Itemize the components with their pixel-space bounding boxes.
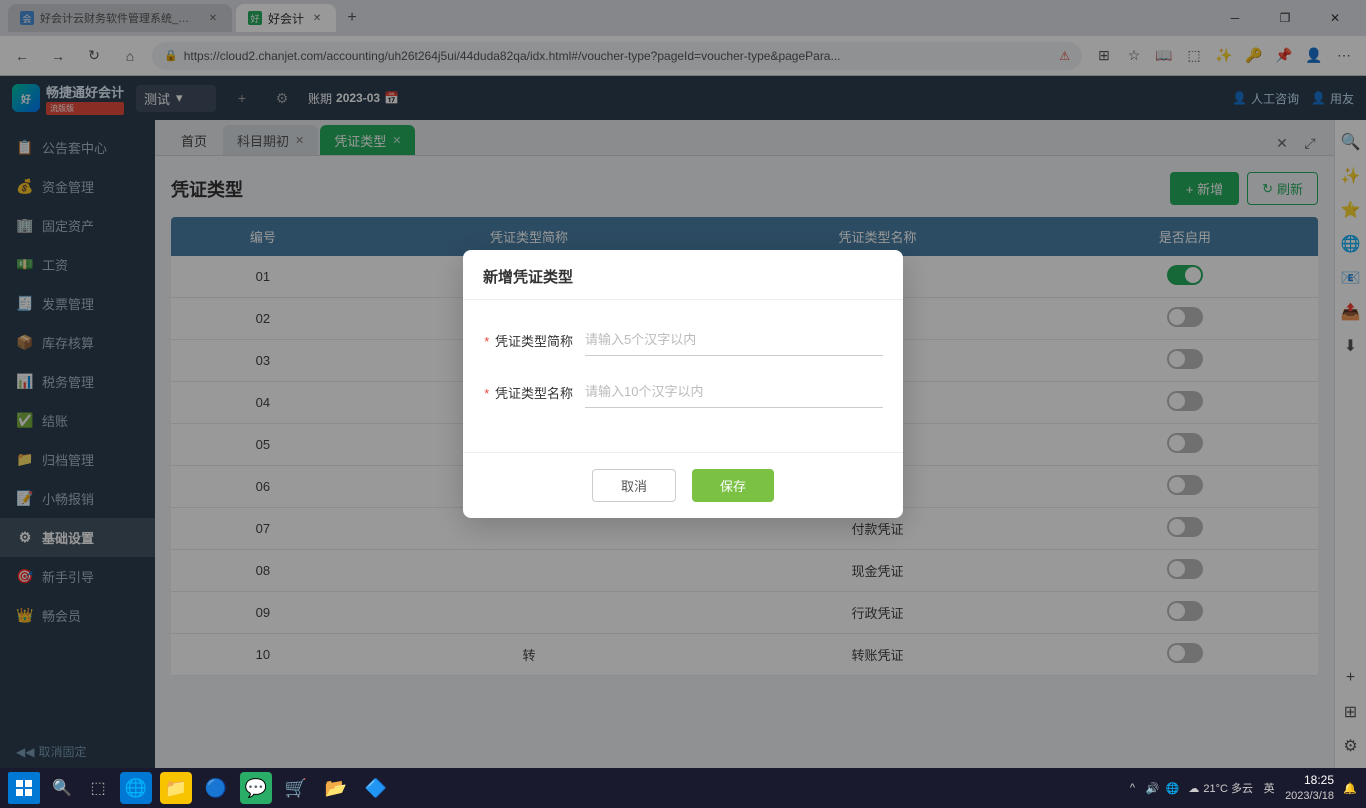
taskbar-search[interactable]: 🔍 [48, 774, 76, 802]
system-tray: ^ 🔊 🌐 [1124, 780, 1180, 796]
tray-sound[interactable]: 🔊 [1144, 780, 1160, 796]
weather-text: 21°C 多云 [1203, 780, 1253, 796]
modal-header: 新增凭证类型 [463, 250, 903, 300]
taskbar-edge[interactable]: 🔷 [360, 772, 392, 804]
weather-icon: ☁ [1188, 782, 1199, 795]
tray-input-method[interactable]: 英 [1261, 780, 1277, 796]
modal-footer: 取消 保存 [463, 452, 903, 518]
modal-overlay: 新增凭证类型 * 凭证类型简称 * 凭证类型名称 取消 保存 [0, 0, 1366, 768]
modal-title: 新增凭证类型 [483, 269, 573, 286]
add-voucher-type-modal: 新增凭证类型 * 凭证类型简称 * 凭证类型名称 取消 保存 [463, 250, 903, 518]
tray-network[interactable]: 🌐 [1164, 780, 1180, 796]
taskbar-store[interactable]: 🛒 [280, 772, 312, 804]
taskbar-time[interactable]: 18:25 2023/3/18 [1285, 772, 1334, 804]
date-display: 2023/3/18 [1285, 789, 1334, 804]
name-label: * 凭证类型名称 [483, 383, 573, 402]
taskbar-browser[interactable]: 🌐 [120, 772, 152, 804]
abbr-required-mark: * [484, 334, 489, 349]
taskbar-wechat[interactable]: 💬 [240, 772, 272, 804]
taskbar-explorer[interactable]: 📁 [160, 772, 192, 804]
cancel-button[interactable]: 取消 [592, 469, 676, 502]
taskbar-folder[interactable]: 📂 [320, 772, 352, 804]
modal-body: * 凭证类型简称 * 凭证类型名称 [463, 300, 903, 452]
abbr-label: * 凭证类型简称 [483, 331, 573, 350]
tray-expand[interactable]: ^ [1124, 780, 1140, 796]
name-required-mark: * [484, 386, 489, 401]
taskbar-right: ^ 🔊 🌐 ☁ 21°C 多云 英 18:25 2023/3/18 🔔 [1124, 772, 1358, 804]
save-button[interactable]: 保存 [692, 469, 774, 502]
start-button[interactable] [8, 772, 40, 804]
taskbar: 🔍 ⬚ 🌐 📁 🔵 💬 🛒 📂 🔷 ^ 🔊 🌐 ☁ 21°C 多云 英 18:2… [0, 768, 1366, 808]
weather-info: ☁ 21°C 多云 [1188, 780, 1253, 796]
name-input[interactable] [585, 376, 883, 408]
taskbar-task-view[interactable]: ⬚ [84, 774, 112, 802]
notification-icon[interactable]: 🔔 [1342, 780, 1358, 796]
abbr-input[interactable] [585, 324, 883, 356]
time-display: 18:25 [1285, 772, 1334, 789]
abbr-form-row: * 凭证类型简称 [483, 324, 883, 356]
name-form-row: * 凭证类型名称 [483, 376, 883, 408]
taskbar-chrome[interactable]: 🔵 [200, 772, 232, 804]
